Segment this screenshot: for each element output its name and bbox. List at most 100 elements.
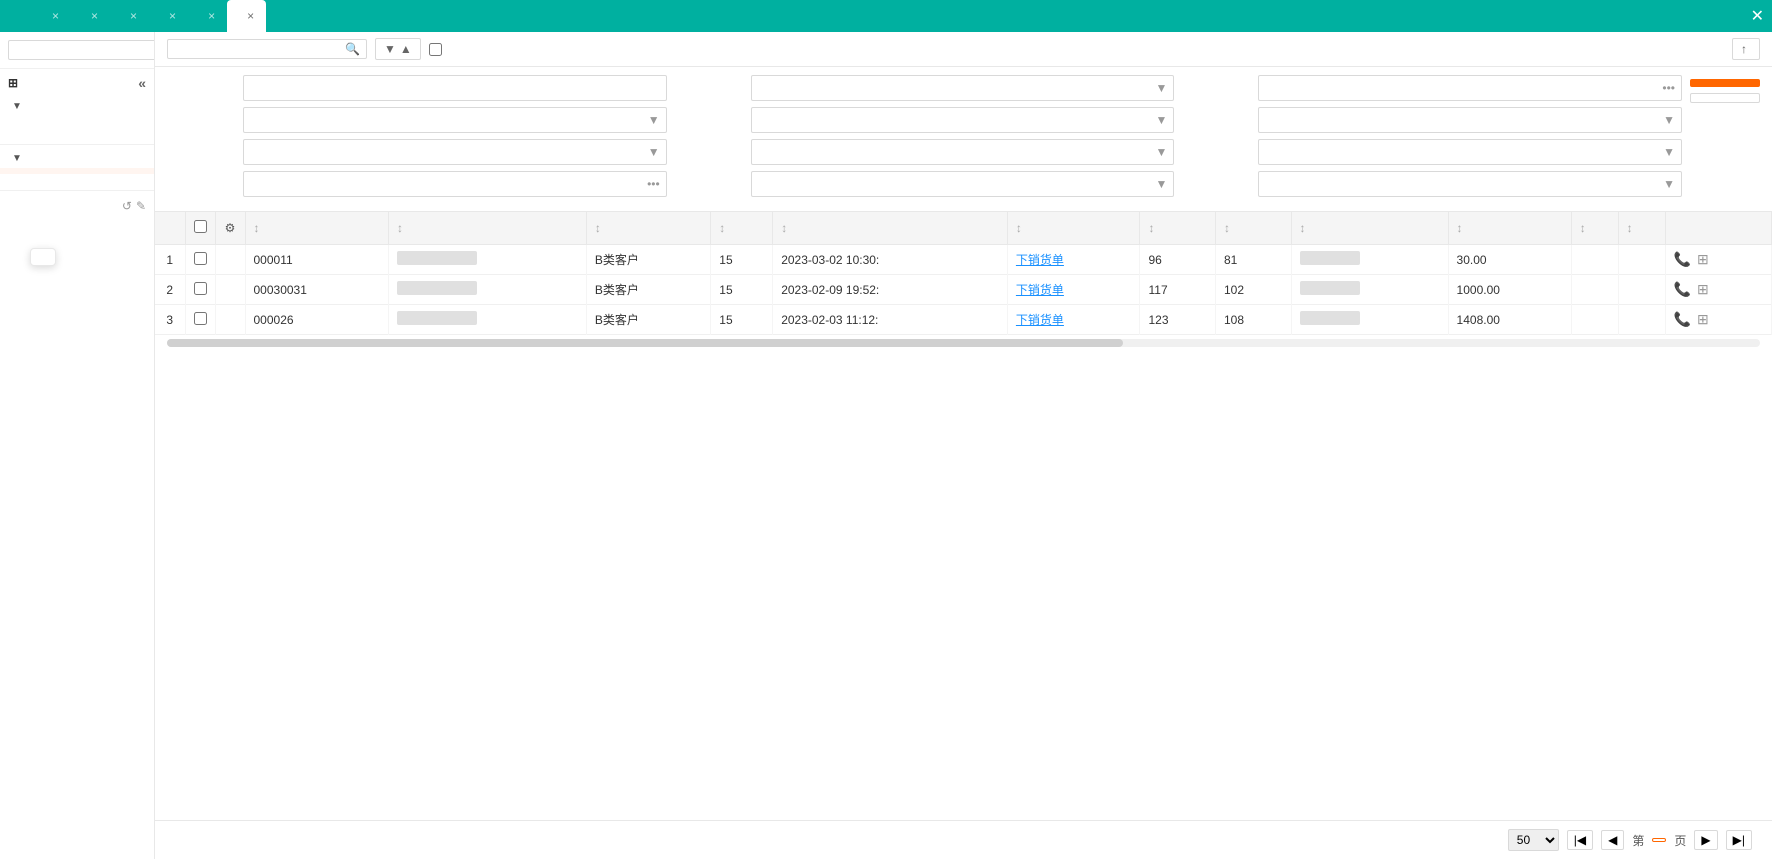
sidebar-collapse-btn[interactable]: « — [138, 75, 146, 91]
col-index — [155, 212, 185, 245]
col-this-year: ↕ — [1448, 212, 1571, 245]
filter-cust-type-select[interactable]: ▼ — [751, 171, 1175, 197]
cust-level-arrow: ▼ — [1155, 113, 1167, 127]
row-action-0: 📞 ⊞ — [1665, 245, 1771, 275]
filter-status-select[interactable]: ▼ — [1258, 139, 1682, 165]
more-actions-icon-2[interactable]: ⊞ — [1697, 311, 1709, 328]
my-customers-checkbox[interactable] — [429, 43, 442, 56]
dept-select-arrow: ▼ — [1155, 81, 1167, 95]
sidebar-item-declining[interactable] — [0, 180, 154, 186]
search-input[interactable] — [174, 42, 341, 56]
row-last-method-1[interactable]: 下销货单 — [1007, 275, 1140, 305]
contact-icon-0[interactable]: 📞 — [1674, 251, 1691, 268]
filter-price-level-select[interactable]: ▼ — [243, 107, 667, 133]
sidebar-item-overdue-contact[interactable] — [0, 134, 154, 140]
query-button[interactable] — [1690, 79, 1760, 87]
row-checkbox-1[interactable] — [185, 275, 215, 305]
filter-scatter-customer: ▼ — [1182, 171, 1682, 197]
col-customer-name: ↕ — [389, 212, 587, 245]
page-size-select[interactable]: 50 100 — [1508, 829, 1559, 851]
col-settings[interactable]: ⚙ — [215, 212, 245, 245]
tab-customer-contact[interactable]: × — [227, 0, 266, 32]
tab-customer-segmentation[interactable]: × — [188, 0, 227, 32]
filter-row-3: ▼ ▼ — [167, 139, 1682, 165]
sidebar-item-class-c[interactable] — [0, 235, 154, 241]
filter-cust-level-select[interactable]: ▼ — [751, 107, 1175, 133]
row-not-contacted-1: 117 — [1140, 275, 1216, 305]
row-this-year-0: 30.00 — [1448, 245, 1571, 275]
page-label: 第 — [1632, 832, 1644, 849]
row-contact-0: 15 — [711, 245, 773, 275]
tab-close-customer-contact[interactable]: × — [247, 9, 254, 23]
col-last-contact-method: ↕ — [1007, 212, 1140, 245]
my-customers-checkbox-label[interactable] — [429, 43, 446, 56]
arrow-up-icon: ▲ — [400, 42, 412, 56]
tab-close-purchase-order[interactable]: × — [91, 9, 98, 23]
more-actions-icon-1[interactable]: ⊞ — [1697, 281, 1709, 298]
tab-home[interactable] — [8, 0, 32, 32]
row-checkbox-0[interactable] — [185, 245, 215, 275]
tab-product-analysis-list[interactable]: × — [149, 0, 188, 32]
tab-close-sales-order[interactable]: × — [52, 9, 59, 23]
select-all-checkbox[interactable] — [194, 220, 207, 233]
col-company-contact: ↕ — [1291, 212, 1448, 245]
sidebar-group-pending-contact[interactable]: ▼ — [0, 97, 154, 116]
sidebar: 🔍 ⊞ « ▼ — [0, 32, 155, 859]
filter-price-level: ▼ — [167, 107, 667, 133]
filter-scatter-attr-select[interactable]: ▼ — [1258, 107, 1682, 133]
tab-sales-order[interactable]: × — [32, 0, 71, 32]
tab-close-product-analysis[interactable]: × — [130, 9, 137, 23]
row-company-contact-1 — [1291, 275, 1448, 305]
filter-phone-input[interactable] — [243, 75, 667, 101]
horizontal-scrollbar-track[interactable] — [167, 339, 1760, 347]
tab-purchase-order[interactable]: × — [71, 0, 110, 32]
contact-icon-1[interactable]: 📞 — [1674, 281, 1691, 298]
export-button[interactable]: ↑ — [1732, 38, 1760, 60]
refresh-icon[interactable]: ↺ — [122, 199, 132, 213]
filter-row-1: ▼ ••• — [167, 75, 1682, 101]
row-last-method-2[interactable]: 下销货单 — [1007, 305, 1140, 335]
window-close-button[interactable]: ✕ — [1751, 6, 1764, 26]
col-checkbox[interactable] — [185, 212, 215, 245]
row-this-year-1: 1000.00 — [1448, 275, 1571, 305]
row-settings-2 — [215, 305, 245, 335]
contact-icon-2[interactable]: 📞 — [1674, 311, 1691, 328]
sidebar-group-problem-customers[interactable]: ▼ — [0, 149, 154, 168]
tab-close-product-analysis-list[interactable]: × — [169, 9, 176, 23]
cust-type-arrow: ▼ — [1155, 177, 1167, 191]
edit-icon[interactable]: ✎ — [136, 199, 146, 213]
row-overdue-0: 81 — [1216, 245, 1292, 275]
row-last-method-0[interactable]: 下销货单 — [1007, 245, 1140, 275]
sidebar-group-value-customers[interactable]: ↺ ✎ — [0, 195, 154, 217]
more-actions-icon-0[interactable]: ⊞ — [1697, 251, 1709, 268]
prev-page-button[interactable]: ◀ — [1601, 830, 1624, 850]
row-name-0 — [389, 245, 587, 275]
next-page-button[interactable]: ▶ — [1694, 830, 1717, 850]
filter-scatter-cust-select[interactable]: ▼ — [1258, 171, 1682, 197]
sort-icon-contact: ↕ — [719, 221, 725, 235]
first-page-button[interactable]: |◀ — [1567, 830, 1593, 850]
more-conditions-button[interactable]: ▼ ▲ — [375, 38, 421, 60]
filter-manager-select[interactable]: ••• — [1258, 75, 1682, 101]
filter-region-select[interactable]: ••• — [243, 171, 667, 197]
row-last-month-2 — [1571, 305, 1618, 335]
sidebar-search-input[interactable] — [8, 40, 155, 60]
row-action-1: 📞 ⊞ — [1665, 275, 1771, 305]
tab-close-customer-segmentation[interactable]: × — [208, 9, 215, 23]
nature-arrow: ▼ — [648, 145, 660, 159]
settings-button[interactable] — [1690, 93, 1760, 103]
tab-product-analysis[interactable]: × — [110, 0, 149, 32]
price-level-arrow: ▼ — [648, 113, 660, 127]
filter-manager: ••• — [1182, 75, 1682, 101]
search-icon[interactable]: 🔍 — [345, 42, 360, 56]
row-checkbox-2[interactable] — [185, 305, 215, 335]
sidebar-all-customers[interactable]: ⊞ « — [0, 69, 154, 97]
row-type-0: B类客户 — [586, 245, 710, 275]
filter-dept-select[interactable]: ▼ — [751, 75, 1175, 101]
last-page-button[interactable]: ▶| — [1726, 830, 1752, 850]
filter-payment-select[interactable]: ▼ — [751, 139, 1175, 165]
export-icon: ↑ — [1741, 42, 1747, 56]
filter-nature-select[interactable]: ▼ — [243, 139, 667, 165]
horizontal-scrollbar-thumb[interactable] — [167, 339, 1123, 347]
row-overdue-1: 102 — [1216, 275, 1292, 305]
